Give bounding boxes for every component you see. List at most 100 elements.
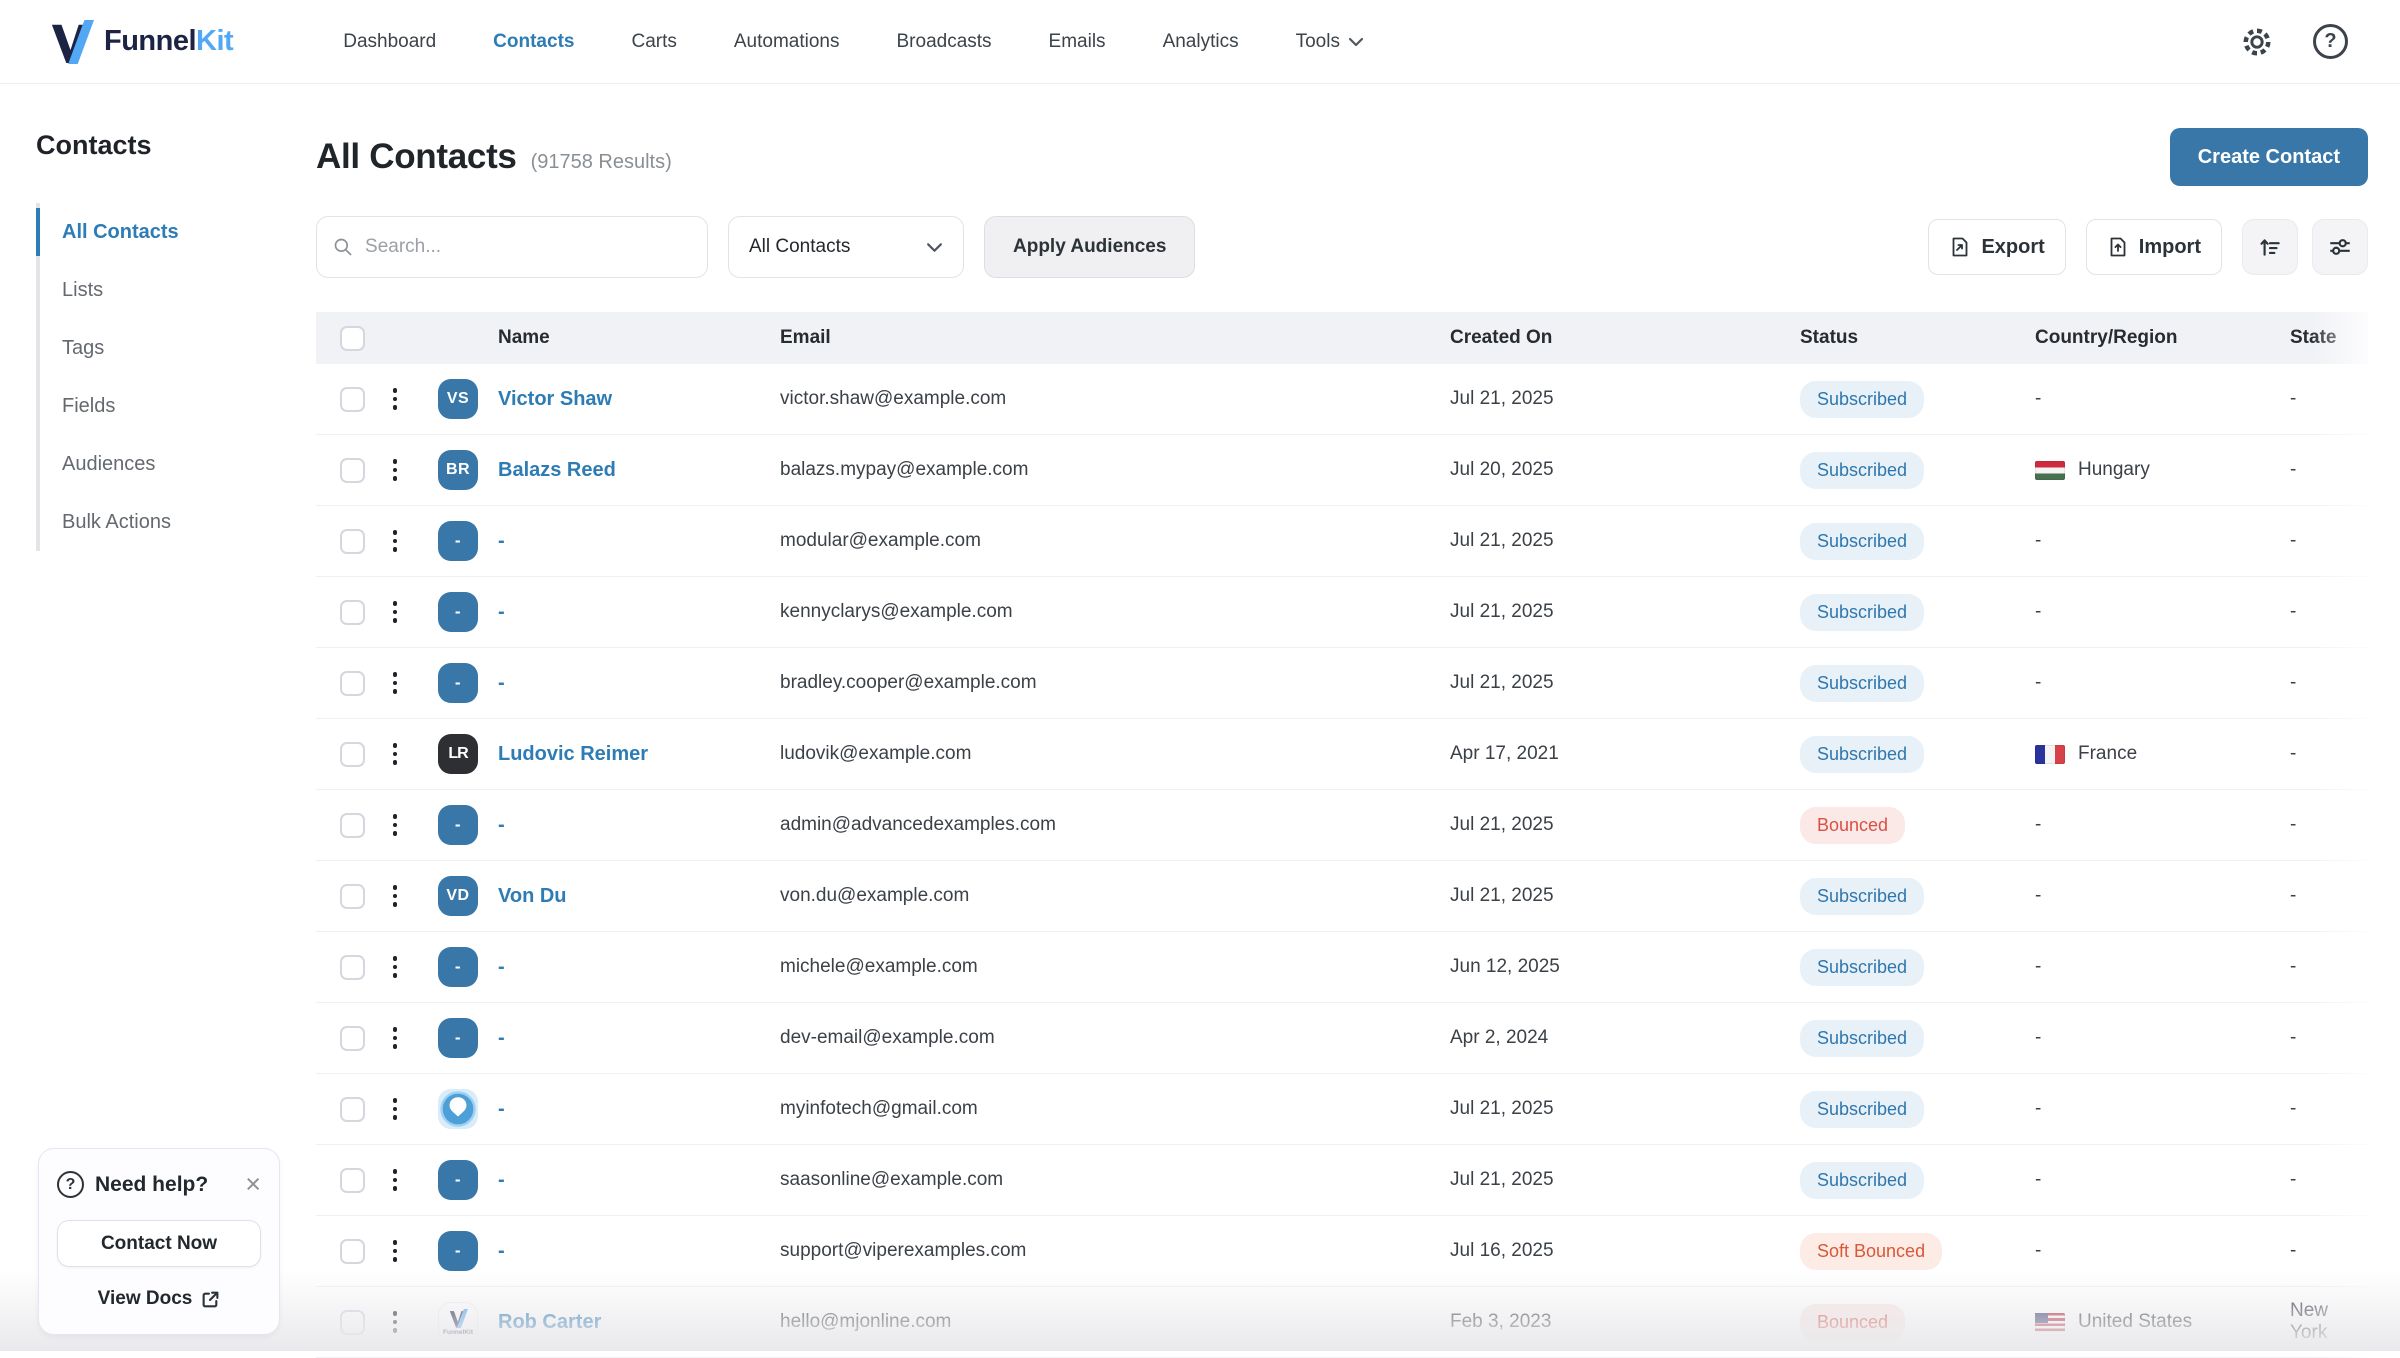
sidebar-item-fields[interactable]: Fields [40,377,316,435]
table-row: BR Balazs Reed balazs.mypay@example.com Jul… [316,435,2368,506]
kebab-dot [392,902,398,907]
row-checkbox[interactable] [340,599,365,625]
nav-item-dashboard[interactable]: Dashboard [343,31,436,53]
contact-name-link[interactable]: - [498,814,505,837]
row-checkbox[interactable] [340,954,365,980]
view-options-button[interactable] [2312,219,2368,275]
row-actions-menu-icon[interactable] [384,810,406,840]
contact-name-link[interactable]: Von Du [498,885,567,908]
status-badge: Bounced [1800,1303,1906,1341]
row-name-cell: - [498,1098,780,1121]
row-checkbox[interactable] [340,883,365,909]
close-icon[interactable]: × [245,1171,261,1198]
settings-gear-icon[interactable] [2239,24,2275,60]
contact-name-link[interactable]: Ludovic Reimer [498,743,648,766]
nav-item-carts[interactable]: Carts [631,31,676,53]
row-checkbox[interactable] [340,528,365,554]
nav-item-analytics[interactable]: Analytics [1163,31,1239,53]
row-select-cell [340,1238,384,1264]
contact-name-link[interactable]: Rob Carter [498,1311,601,1334]
contact-name-link[interactable]: Victor Shaw [498,388,612,411]
toolbar: All Contacts Apply Audiences Export Impo… [316,216,2368,278]
contact-email: hello@mjonline.com [780,1311,952,1332]
contact-name-link[interactable]: - [498,956,505,979]
contact-name-link[interactable]: - [498,1027,505,1050]
sidebar-item-tags[interactable]: Tags [40,319,316,377]
row-actions-menu-icon[interactable] [384,1307,406,1337]
funnelkit-logo[interactable]: FunnelKit [50,19,234,65]
row-select-cell [340,1025,384,1051]
search-input[interactable] [365,236,691,258]
import-button[interactable]: Import [2085,219,2222,275]
row-actions-menu-icon[interactable] [384,881,406,911]
contact-name-link[interactable]: Balazs Reed [498,459,616,482]
row-actions-menu-icon[interactable] [384,384,406,414]
sidebar-item-bulk-actions[interactable]: Bulk Actions [40,493,316,551]
sidebar-item-audiences[interactable]: Audiences [40,435,316,493]
table-row: - myinfotech@gmail.com Jul 21, 2025 Subscri… [316,1074,2368,1145]
row-actions-menu-icon[interactable] [384,597,406,627]
status-badge: Subscribed [1800,380,1925,418]
row-actions-menu-icon[interactable] [384,739,406,769]
nav-item-contacts[interactable]: Contacts [493,31,574,53]
sidebar-item-all-contacts[interactable]: All Contacts [36,203,316,261]
export-button[interactable]: Export [1928,219,2066,275]
nav-item-automations[interactable]: Automations [734,31,840,53]
row-checkbox[interactable] [340,1238,365,1264]
row-checkbox[interactable] [340,670,365,696]
status-badge: Soft Bounced [1800,1232,1943,1270]
row-checkbox[interactable] [340,1025,365,1051]
nav-item-emails[interactable]: Emails [1049,31,1106,53]
contact-name-link[interactable]: - [498,530,505,553]
row-name-cell: Ludovic Reimer [498,743,780,766]
row-checkbox[interactable] [340,812,365,838]
kebab-dot [392,547,398,552]
nav-label: Dashboard [343,30,437,52]
row-avatar-cell: LR [438,734,498,774]
contact-name-link[interactable]: - [498,672,505,695]
kebab-dot [392,680,398,686]
contact-now-button[interactable]: Contact Now [57,1220,261,1267]
nav-label: Carts [631,30,677,52]
row-checkbox[interactable] [340,1167,365,1193]
row-checkbox[interactable] [340,457,365,483]
apply-audiences-button[interactable]: Apply Audiences [984,216,1196,278]
contact-avatar: - [438,805,478,845]
row-actions-menu-icon[interactable] [384,668,406,698]
row-country-cell: France [2035,743,2290,765]
contact-name-link[interactable]: - [498,1240,505,1263]
sort-button[interactable] [2242,219,2298,275]
row-country-cell: - [2035,956,2290,978]
nav-item-broadcasts[interactable]: Broadcasts [897,31,992,53]
help-question-icon[interactable]: ? [2313,24,2348,59]
row-country-cell: - [2035,530,2290,552]
segment-filter-select[interactable]: All Contacts [728,216,964,278]
row-actions-menu-icon[interactable] [384,1165,406,1195]
contact-name-link[interactable]: - [498,1098,505,1121]
row-name-cell: - [498,1027,780,1050]
select-all-checkbox[interactable] [340,325,365,351]
create-contact-button[interactable]: Create Contact [2169,128,2368,186]
top-icons: ? [2239,24,2348,60]
kebab-dot [392,885,398,890]
row-checkbox[interactable] [340,386,365,412]
kebab-dot [392,760,398,765]
row-country-cell: - [2035,1240,2290,1262]
row-actions-menu-icon[interactable] [384,1236,406,1266]
state-value: New York [2290,1300,2329,1343]
row-actions-menu-icon[interactable] [384,1094,406,1124]
nav-item-tools[interactable]: Tools [1296,31,1364,53]
row-actions-menu-icon[interactable] [384,526,406,556]
contact-name-link[interactable]: - [498,601,505,624]
row-actions-menu-icon[interactable] [384,952,406,982]
row-checkbox[interactable] [340,1309,365,1335]
state-value: - [2290,388,2297,409]
view-docs-link[interactable]: View Docs [57,1288,261,1310]
row-checkbox[interactable] [340,741,365,767]
contact-name-link[interactable]: - [498,1169,505,1192]
row-actions-menu-icon[interactable] [384,1023,406,1053]
row-checkbox[interactable] [340,1096,365,1122]
sidebar-item-lists[interactable]: Lists [40,261,316,319]
contact-avatar: - [438,592,478,632]
row-actions-menu-icon[interactable] [384,455,406,485]
